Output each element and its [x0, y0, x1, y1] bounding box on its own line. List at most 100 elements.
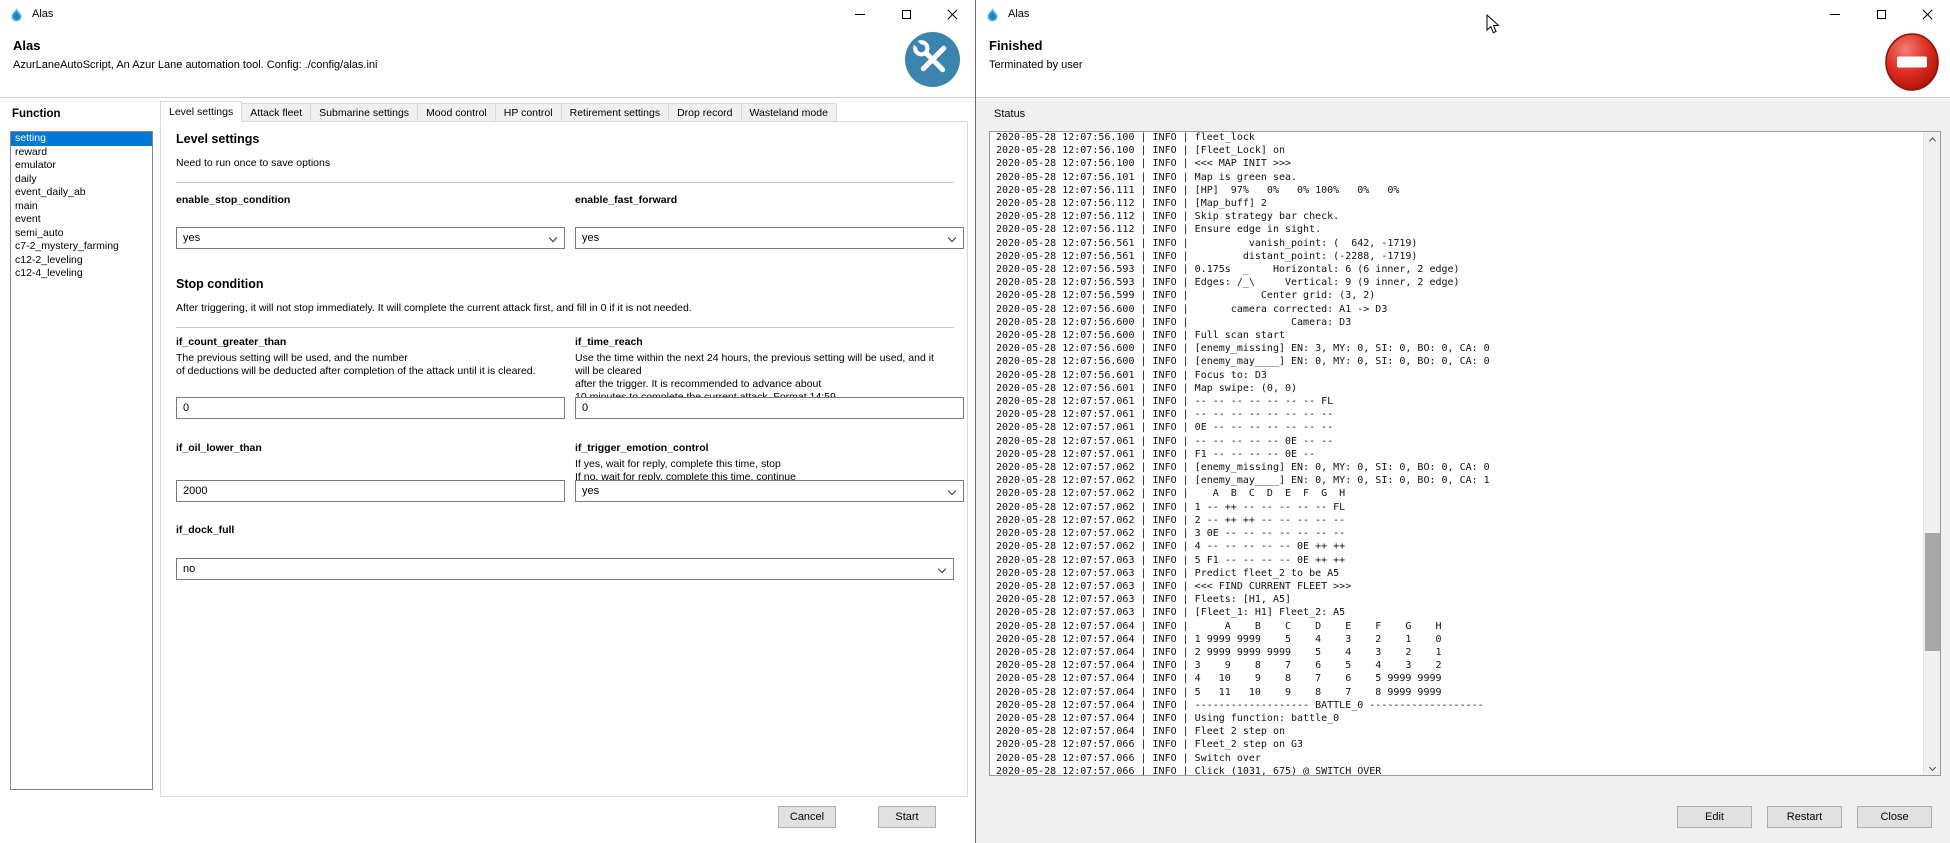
log-line: 2020-05-28 12:07:56.600 | INFO | Camera:…: [996, 316, 1922, 329]
finished-title: Finished: [989, 38, 1042, 53]
enable-stop-condition-select[interactable]: yes: [176, 227, 565, 249]
settings-tab[interactable]: Wasteland mode: [741, 103, 837, 122]
settings-tab[interactable]: Level settings: [160, 101, 242, 122]
settings-tab[interactable]: Mood control: [417, 103, 496, 122]
log-line: 2020-05-28 12:07:57.064 | INFO | -------…: [996, 699, 1922, 712]
enable-fast-forward-label: enable_fast_forward: [575, 194, 677, 206]
left-maximize-button[interactable]: [883, 0, 929, 28]
log-line: 2020-05-28 12:07:57.062 | INFO | [enemy_…: [996, 474, 1922, 487]
enable-fast-forward-value: yes: [582, 232, 599, 244]
log-line: 2020-05-28 12:07:57.064 | INFO | 1 9999 …: [996, 633, 1922, 646]
log-line: 2020-05-28 12:07:56.593 | INFO | 0.175s …: [996, 263, 1922, 276]
minimize-icon: [855, 14, 865, 15]
function-list-item[interactable]: c7-2_mystery_farming: [11, 240, 152, 254]
function-list-item[interactable]: main: [11, 200, 152, 214]
if-oil-lower-than-label: if_oil_lower_than: [176, 442, 262, 454]
settings-tab[interactable]: Drop record: [668, 103, 741, 122]
log-line: 2020-05-28 12:07:56.112 | INFO | [Map_bu…: [996, 197, 1922, 210]
level-settings-panel: Level settings Need to run once to save …: [160, 121, 968, 797]
settings-tab[interactable]: Submarine settings: [310, 103, 418, 122]
scroll-down-icon[interactable]: [1924, 760, 1941, 775]
stop-sign-icon: [1884, 32, 1940, 97]
alas-app-icon: [9, 6, 25, 22]
left-close-button[interactable]: [929, 0, 975, 28]
status-label: Status: [994, 108, 1025, 120]
log-line: 2020-05-28 12:07:57.062 | INFO | 4 -- --…: [996, 540, 1922, 553]
close-button[interactable]: Close: [1857, 806, 1932, 828]
scroll-up-icon[interactable]: [1924, 132, 1941, 147]
function-list-item[interactable]: semi_auto: [11, 227, 152, 241]
log-line: 2020-05-28 12:07:56.101 | INFO | Map is …: [996, 171, 1922, 184]
log-line: 2020-05-28 12:07:57.062 | INFO | 2 -- ++…: [996, 514, 1922, 527]
log-line: 2020-05-28 12:07:56.599 | INFO | Center …: [996, 289, 1922, 302]
settings-tab[interactable]: HP control: [495, 103, 562, 122]
maximize-icon: [902, 10, 911, 19]
close-icon: [1922, 9, 1933, 20]
function-list-item[interactable]: event: [11, 213, 152, 227]
log-line: 2020-05-28 12:07:57.064 | INFO | A B C D…: [996, 620, 1922, 633]
log-line: 2020-05-28 12:07:57.061 | INFO | -- -- -…: [996, 395, 1922, 408]
function-list-item[interactable]: setting: [11, 132, 152, 146]
enable-stop-condition-value: yes: [183, 232, 200, 244]
log-box[interactable]: 2020-05-28 12:07:56.100 | INFO | fleet_l…: [989, 131, 1941, 776]
log-line: 2020-05-28 12:07:57.061 | INFO | 0E -- -…: [996, 421, 1922, 434]
log-line: 2020-05-28 12:07:57.063 | INFO | 5 F1 --…: [996, 554, 1922, 567]
start-button[interactable]: Start: [878, 806, 936, 828]
mouse-cursor: [1486, 14, 1500, 40]
if-dock-full-select[interactable]: no: [176, 558, 954, 580]
cancel-button[interactable]: Cancel: [778, 806, 836, 828]
section-title: Level settings: [176, 132, 259, 146]
log-line: 2020-05-28 12:07:57.062 | INFO | [enemy_…: [996, 461, 1922, 474]
right-window-title: Alas: [1008, 8, 1029, 20]
log-line: 2020-05-28 12:07:57.062 | INFO | A B C D…: [996, 487, 1922, 500]
if-count-greater-than-label: if_count_greater_than: [176, 336, 286, 348]
left-header: Alas AzurLaneAutoScript, An Azur Lane au…: [0, 28, 975, 98]
left-titlebar[interactable]: Alas: [0, 0, 975, 28]
log-line: 2020-05-28 12:07:56.600 | INFO | Full sc…: [996, 329, 1922, 342]
function-list-item[interactable]: reward: [11, 146, 152, 160]
log-content[interactable]: 2020-05-28 12:07:56.100 | INFO | fleet_l…: [990, 131, 1922, 775]
if-time-reach-input[interactable]: [575, 397, 964, 419]
right-maximize-button[interactable]: [1858, 0, 1904, 28]
log-line: 2020-05-28 12:07:56.600 | INFO | [enemy_…: [996, 342, 1922, 355]
stop-condition-desc: After triggering, it will not stop immed…: [176, 302, 692, 315]
function-list[interactable]: setting reward emulator daily event_dail…: [10, 131, 153, 790]
close-icon: [947, 9, 958, 20]
if-count-greater-than-input[interactable]: [176, 397, 565, 419]
alas-app-icon: [985, 6, 1001, 22]
log-line: 2020-05-28 12:07:56.100 | INFO | <<< MAP…: [996, 157, 1922, 170]
function-list-item[interactable]: emulator: [11, 159, 152, 173]
edit-button[interactable]: Edit: [1677, 806, 1752, 828]
function-list-item[interactable]: c12-2_leveling: [11, 254, 152, 268]
finished-subtitle: Terminated by user: [989, 59, 1083, 71]
scrollbar-thumb[interactable]: [1925, 533, 1940, 651]
log-line: 2020-05-28 12:07:56.112 | INFO | Ensure …: [996, 223, 1922, 236]
enable-fast-forward-select[interactable]: yes: [575, 227, 964, 249]
log-line: 2020-05-28 12:07:57.066 | INFO | Switch …: [996, 752, 1922, 765]
left-minimize-button[interactable]: [837, 0, 883, 28]
right-header: Finished Terminated by user: [976, 28, 1950, 98]
function-list-item[interactable]: daily: [11, 173, 152, 187]
log-line: 2020-05-28 12:07:57.064 | INFO | 4 10 9 …: [996, 672, 1922, 685]
settings-tab[interactable]: Attack fleet: [241, 103, 311, 122]
log-scrollbar[interactable]: [1923, 132, 1940, 775]
function-list-item[interactable]: event_daily_ab: [11, 186, 152, 200]
if-trigger-emotion-control-select[interactable]: yes: [575, 480, 964, 502]
tools-icon: [905, 32, 960, 92]
settings-tab[interactable]: Retirement settings: [561, 103, 669, 122]
restart-button[interactable]: Restart: [1767, 806, 1842, 828]
log-line: 2020-05-28 12:07:56.100 | INFO | fleet_l…: [996, 131, 1922, 144]
chevron-down-icon: [938, 565, 946, 573]
log-line: 2020-05-28 12:07:57.061 | INFO | -- -- -…: [996, 435, 1922, 448]
log-line: 2020-05-28 12:07:57.061 | INFO | F1 -- -…: [996, 448, 1922, 461]
if-oil-lower-than-input[interactable]: [176, 480, 565, 502]
if-count-greater-than-desc: The previous setting will be used, and t…: [176, 352, 536, 378]
right-close-button[interactable]: [1904, 0, 1950, 28]
right-titlebar[interactable]: Alas: [976, 0, 1950, 28]
maximize-icon: [1877, 10, 1886, 19]
log-line: 2020-05-28 12:07:57.066 | INFO | Fleet_2…: [996, 738, 1922, 751]
log-line: 2020-05-28 12:07:57.066 | INFO | Click (…: [996, 765, 1922, 775]
left-window-title: Alas: [32, 8, 53, 20]
function-list-item[interactable]: c12-4_leveling: [11, 267, 152, 281]
right-minimize-button[interactable]: [1812, 0, 1858, 28]
